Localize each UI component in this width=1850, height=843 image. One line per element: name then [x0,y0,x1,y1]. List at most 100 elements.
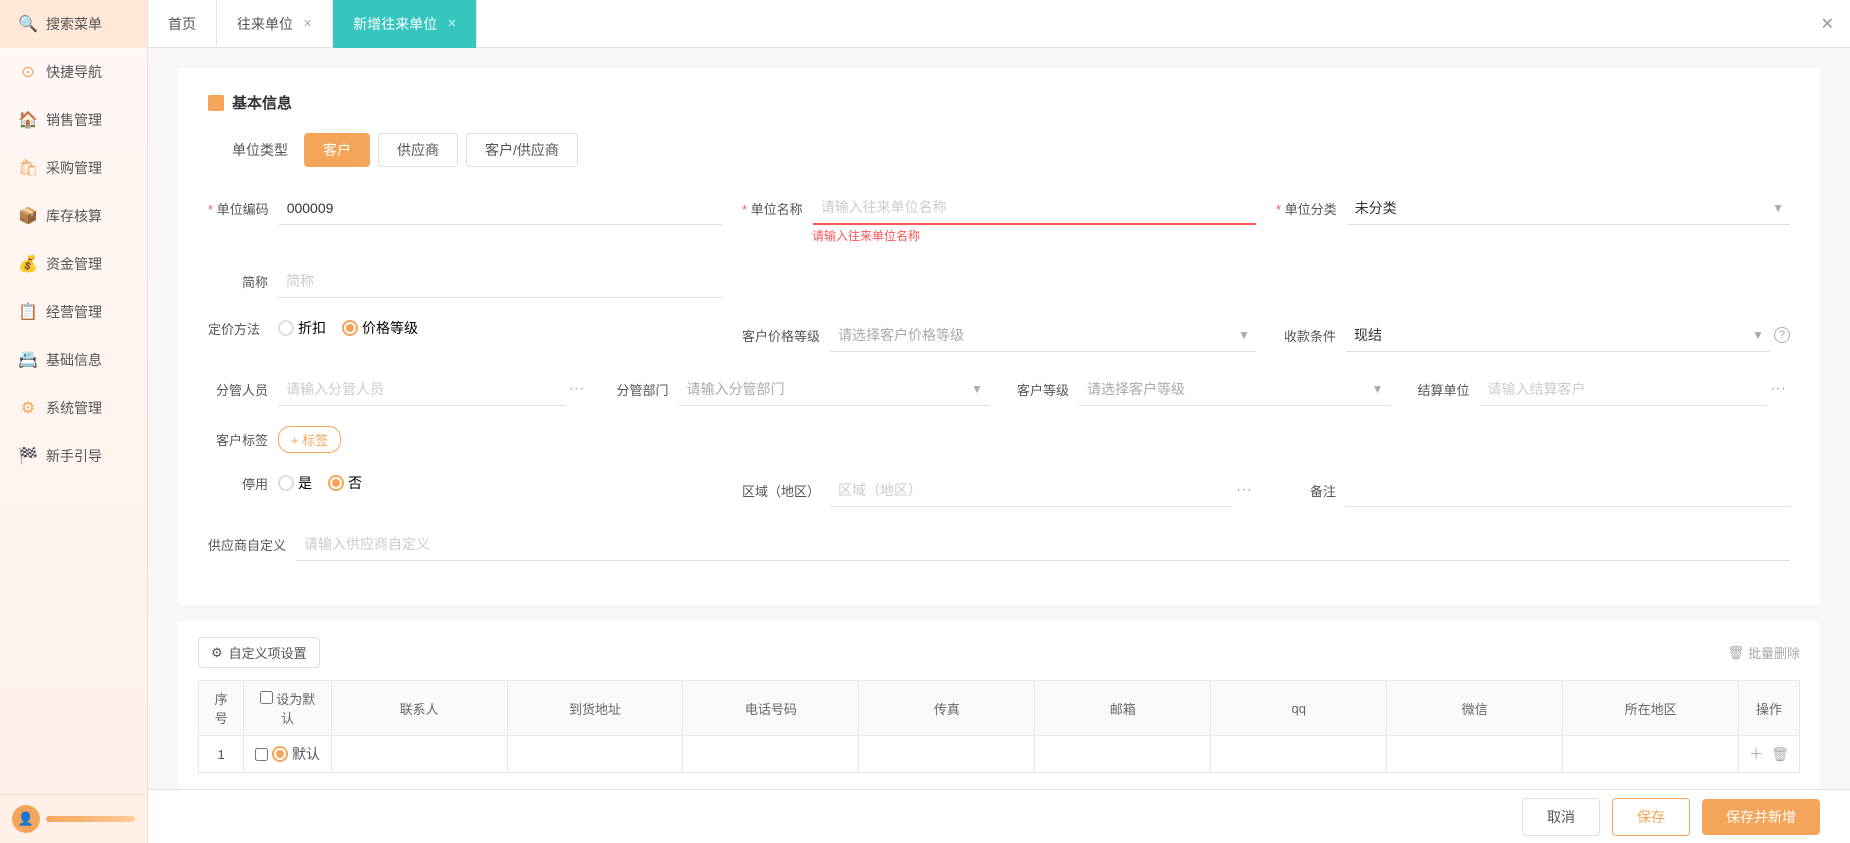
unit-category-select[interactable]: 未分类 ▼ [1347,191,1790,225]
remarks-input[interactable] [1346,473,1790,507]
cell-phone[interactable] [683,736,859,773]
contact-input[interactable] [342,747,497,762]
custom-settings-button[interactable]: ⚙ 自定义项设置 [198,637,320,668]
address-input[interactable] [518,747,673,762]
supplier-custom-field: 供应商自定义 [208,527,1790,561]
cell-fax[interactable] [859,736,1035,773]
cancel-button[interactable]: 取消 [1522,798,1600,836]
unit-type-both-btn[interactable]: 客户/供应商 [466,133,578,167]
batch-delete-button[interactable]: 🗑 批量删除 [1727,643,1800,662]
section-title-text: 基本信息 [232,92,292,113]
sidebar-bottom: 👤 [0,794,147,843]
batch-delete-label: 批量删除 [1748,643,1800,662]
row-checkbox[interactable] [255,748,268,761]
settlement-unit-label: 结算单位 [1410,380,1470,399]
settlement-more-button[interactable]: ··· [1766,380,1790,398]
tab-home[interactable]: 首页 [148,0,217,48]
sidebar-item-inventory[interactable]: 📦 库存核算 [0,192,147,240]
add-row-icon[interactable]: ＋ [1749,744,1763,764]
short-name-input[interactable] [278,264,722,298]
customer-level-select[interactable]: 请选择客户等级 ▼ [1079,372,1390,406]
delete-icon: 🗑 [1727,645,1744,661]
unit-category-field: 单位分类 未分类 ▼ [1276,191,1790,225]
cell-address[interactable] [507,736,683,773]
tab-new-counterparty[interactable]: 新增往来单位 ✕ [333,0,477,48]
manager-input[interactable] [278,372,565,406]
system-icon: ⚙ [18,398,38,418]
sidebar-item-system[interactable]: ⚙ 系统管理 [0,384,147,432]
sidebar-item-finance[interactable]: 💰 资金管理 [0,240,147,288]
add-tag-label: + 标签 [291,430,328,449]
row-region-input[interactable] [1573,747,1728,762]
sidebar-item-sales[interactable]: 🏠 销售管理 [0,96,147,144]
cell-qq[interactable] [1211,736,1387,773]
region-more-button[interactable]: ··· [1232,481,1256,499]
select-all-checkbox[interactable] [260,691,273,704]
table-header-row: 序号 设为默认 联系人 到货地址 电话号码 传真 邮箱 qq 微信 所在地区 操… [199,681,1800,736]
payment-help-icon[interactable]: ? [1774,327,1790,343]
email-input[interactable] [1045,747,1200,762]
disabled-yes[interactable]: 是 [278,473,312,493]
sidebar-item-search[interactable]: 🔍 搜索菜单 [0,0,147,48]
tab-counterparty[interactable]: 往来单位 ✕ [217,0,333,48]
short-name-field: 简称 [208,264,722,298]
cell-email[interactable] [1035,736,1211,773]
tab-new-counterparty-close[interactable]: ✕ [447,17,456,30]
unit-name-input[interactable] [813,191,1256,225]
sidebar-item-guide[interactable]: 🏁 新手引导 [0,432,147,480]
unit-code-label: 单位编码 [208,199,269,218]
pricing-radio-level-label: 价格等级 [362,318,418,338]
customer-level-placeholder: 请选择客户等级 [1079,379,1366,399]
sidebar-item-basic-info[interactable]: 📇 基础信息 [0,336,147,384]
unit-name-label: 单位名称 [742,199,803,218]
qq-input[interactable] [1221,747,1376,762]
region-input[interactable] [830,473,1232,507]
department-select[interactable]: 请输入分管部门 ▼ [679,372,990,406]
cell-region[interactable] [1563,736,1739,773]
cell-contact[interactable] [331,736,507,773]
add-tag-button[interactable]: + 标签 [278,426,341,453]
sidebar-item-label: 新手引导 [46,446,102,466]
col-address: 到货地址 [507,681,683,736]
tab-counterparty-close[interactable]: ✕ [303,17,312,30]
unit-type-supplier-btn[interactable]: 供应商 [378,133,458,167]
fax-input[interactable] [869,747,1024,762]
unit-type-customer-btn[interactable]: 客户 [304,133,370,167]
window-close-button[interactable]: ✕ [1821,14,1834,34]
sidebar-item-label: 搜索菜单 [46,14,102,34]
cell-wechat[interactable] [1387,736,1563,773]
save-and-new-button[interactable]: 保存并新增 [1702,799,1820,835]
col-qq: qq [1211,681,1387,736]
section-icon [208,95,224,111]
table-toolbar: ⚙ 自定义项设置 🗑 批量删除 [198,637,1800,668]
wechat-input[interactable] [1397,747,1552,762]
supplier-custom-input[interactable] [296,527,1790,561]
payment-terms-label: 收款条件 [1276,326,1336,345]
row-default-radio[interactable]: 默认 [272,744,320,764]
unit-code-input[interactable] [279,191,722,225]
payment-terms-value: 现结 [1346,325,1746,345]
sidebar-item-purchase[interactable]: 🛍 采购管理 [0,144,147,192]
form-row-1: 单位编码 单位名称 请输入往来单位名称 单位分类 未分类 ▼ [208,191,1790,244]
pricing-radio-level[interactable]: 价格等级 [342,318,418,338]
payment-terms-select[interactable]: 现结 ▼ [1346,318,1770,352]
sidebar-item-operations[interactable]: 📋 经营管理 [0,288,147,336]
delete-row-icon[interactable]: 🗑 [1771,746,1789,763]
manager-field: 分管人员 ··· [208,372,589,406]
sidebar-item-quick-nav[interactable]: ⊙ 快捷导航 [0,48,147,96]
save-button[interactable]: 保存 [1612,798,1690,836]
short-name-label: 简称 [208,272,268,291]
manager-more-button[interactable]: ··· [565,380,589,398]
guide-icon: 🏁 [18,446,38,466]
phone-input[interactable] [693,747,848,762]
pricing-radio-discount[interactable]: 折扣 [278,318,326,338]
settlement-unit-input[interactable] [1480,372,1767,406]
col-wechat: 微信 [1387,681,1563,736]
radio-circle-default [272,746,288,762]
disabled-field: 停用 是 否 [208,473,722,493]
basic-info-icon: 📇 [18,350,38,370]
disabled-no[interactable]: 否 [328,473,362,493]
customer-price-level-select[interactable]: 请选择客户价格等级 ▼ [830,318,1256,352]
unit-code-field: 单位编码 [208,191,722,225]
tab-counterparty-label: 往来单位 [237,14,293,34]
